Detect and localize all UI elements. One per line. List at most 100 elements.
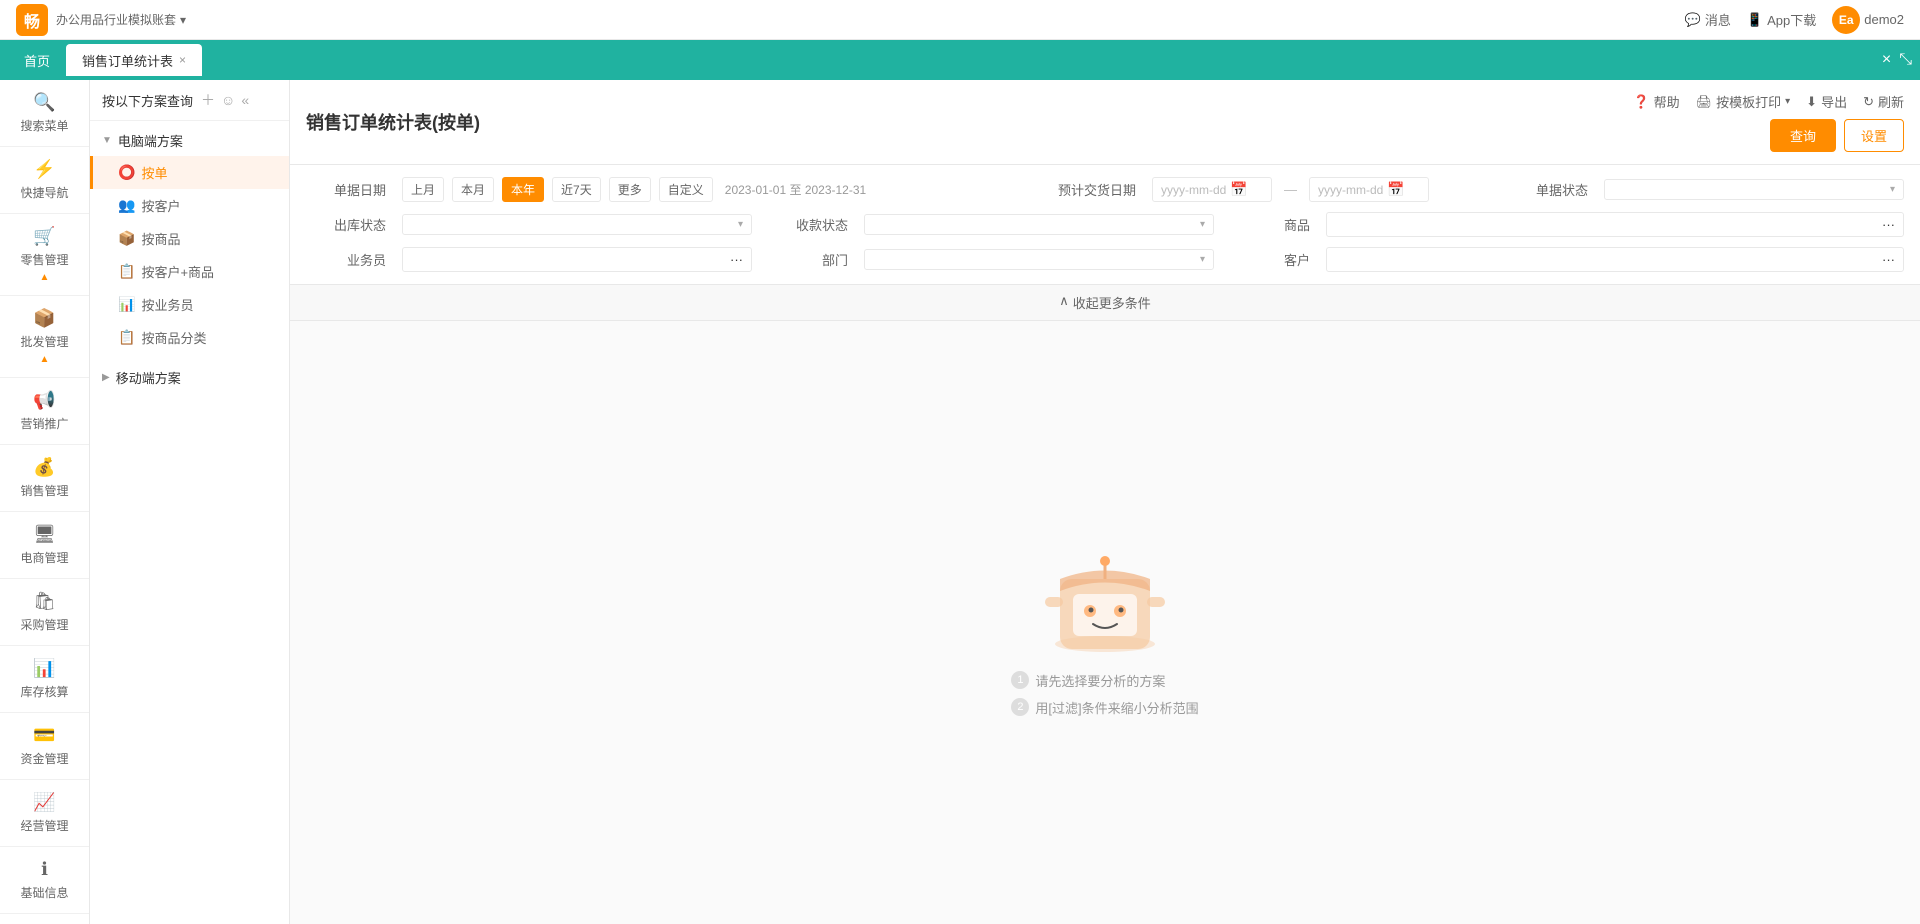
message-icon: 💬	[1685, 12, 1701, 28]
payment-status-arrow-icon: ▾	[1200, 219, 1205, 230]
scheme-group-desktop-title[interactable]: ▼ 电脑端方案	[90, 125, 289, 156]
export-icon: ⬇	[1806, 94, 1817, 110]
doc-status-arrow-icon: ▾	[1890, 184, 1895, 195]
ship-status-label: 出库状态	[306, 215, 386, 234]
date-7days-btn[interactable]: 近7天	[552, 177, 601, 202]
customer-more-icon[interactable]: ···	[1882, 252, 1895, 267]
collapse-icon: ∧	[1059, 293, 1069, 312]
sidebar-item-wholesale[interactable]: 📦 批发管理 ▲	[0, 296, 89, 378]
header-right: ❓ 帮助 🖨 按模板打印 ▾ ⬇ 导出 ↻	[1633, 92, 1904, 152]
calendar-icon-1: 📅	[1230, 181, 1247, 198]
empty-tip-2: 2 用[过滤]条件来缩小分析范围	[1011, 698, 1198, 717]
company-dropdown[interactable]: 办公用品行业模拟账套 ▾	[56, 11, 186, 28]
sidebar-item-ecommerce[interactable]: 🖥 电商管理	[0, 512, 89, 579]
top-bar-left: 畅 办公用品行业模拟账套 ▾	[16, 4, 186, 36]
customer-select[interactable]: ···	[1326, 247, 1904, 272]
salesperson-select[interactable]: ···	[402, 247, 752, 272]
by-customer-product-icon: 📋	[118, 263, 135, 280]
expand-arrow-mobile-icon: ▶	[102, 372, 110, 383]
wholesale-arrow: ▲	[40, 354, 50, 365]
sidebar-item-marketing[interactable]: 📢 营销推广	[0, 378, 89, 445]
purchase-icon: 🛍	[33, 591, 56, 612]
tab-home[interactable]: 首页	[8, 44, 66, 76]
tab-sales-order-label: 销售订单统计表	[82, 51, 173, 70]
scheme-item-by-category[interactable]: 📋 按商品分类	[90, 321, 289, 354]
sidebar-wholesale-label: 批发管理	[20, 333, 68, 350]
app-download-item[interactable]: 📱 App下载	[1747, 10, 1816, 29]
sidebar-item-sales[interactable]: 💰 销售管理	[0, 445, 89, 512]
tab-sales-order[interactable]: 销售订单统计表 ×	[66, 44, 202, 76]
collapse-row[interactable]: ∧ 收起更多条件	[290, 285, 1920, 321]
company-name: 办公用品行业模拟账套	[56, 11, 176, 28]
scheme-item-by-salesperson-label: 按业务员	[141, 295, 193, 314]
sidebar: 🔍 搜索菜单 ⚡ 快捷导航 🛒 零售管理 ▲ 📦 批发管理 ▲ 📢 营销推广 💰…	[0, 80, 90, 924]
date-last-month-btn[interactable]: 上月	[402, 177, 444, 202]
department-label: 部门	[768, 250, 848, 269]
scheme-panel-header: 按以下方案查询 ＋ ☺ «	[90, 80, 289, 121]
date-placeholder-2: yyyy-mm-dd	[1318, 183, 1383, 197]
scheme-group-mobile-title[interactable]: ▶ 移动端方案	[90, 362, 289, 393]
expected-date-from[interactable]: yyyy-mm-dd 📅	[1152, 177, 1272, 202]
help-button[interactable]: ❓ 帮助	[1633, 92, 1679, 111]
scheme-item-by-product-label: 按商品	[141, 229, 180, 248]
scheme-item-by-customer-product[interactable]: 📋 按客户+商品	[90, 255, 289, 288]
scheme-item-by-order[interactable]: ⭕ 按单	[90, 156, 289, 189]
scheme-item-by-salesperson[interactable]: 📊 按业务员	[90, 288, 289, 321]
expected-date-to[interactable]: yyyy-mm-dd 📅	[1309, 177, 1429, 202]
sidebar-item-system[interactable]: ⚙ 系统管理	[0, 914, 89, 924]
ship-status-select[interactable]: ▾	[402, 214, 752, 235]
tab-home-label: 首页	[24, 51, 50, 70]
avatar: Ea	[1832, 6, 1860, 34]
query-button[interactable]: 查询	[1770, 119, 1836, 152]
scheme-item-by-category-label: 按商品分类	[141, 328, 206, 347]
retail-arrow: ▲	[40, 272, 50, 283]
doc-status-select[interactable]: ▾	[1604, 179, 1904, 200]
payment-status-select[interactable]: ▾	[864, 214, 1214, 235]
product-more-icon[interactable]: ···	[1882, 217, 1895, 232]
scheme-panel-title: 按以下方案查询	[102, 91, 193, 110]
window-close-icon[interactable]: ×	[1882, 51, 1891, 69]
window-expand-icon[interactable]: ⤡	[1899, 51, 1912, 69]
scheme-item-by-product[interactable]: 📦 按商品	[90, 222, 289, 255]
message-item[interactable]: 💬 消息	[1685, 10, 1731, 29]
sidebar-item-purchase[interactable]: 🛍 采购管理	[0, 579, 89, 646]
sidebar-item-operations[interactable]: 📈 经营管理	[0, 780, 89, 847]
date-this-month-btn[interactable]: 本月	[452, 177, 494, 202]
refresh-button[interactable]: ↻ 刷新	[1863, 92, 1904, 111]
export-button[interactable]: ⬇ 导出	[1806, 92, 1847, 111]
department-select[interactable]: ▾	[864, 249, 1214, 270]
product-select[interactable]: ···	[1326, 212, 1904, 237]
main-layout: 🔍 搜索菜单 ⚡ 快捷导航 🛒 零售管理 ▲ 📦 批发管理 ▲ 📢 营销推广 💰…	[0, 80, 1920, 924]
empty-svg	[1035, 529, 1175, 659]
print-button[interactable]: 🖨 按模板打印 ▾	[1696, 92, 1791, 111]
date-this-year-btn[interactable]: 本年	[502, 177, 544, 202]
scheme-collapse-icon[interactable]: «	[241, 92, 249, 108]
export-label: 导出	[1821, 92, 1847, 111]
salesperson-more-icon[interactable]: ···	[730, 252, 743, 267]
sidebar-marketing-label: 营销推广	[20, 415, 68, 432]
sidebar-item-retail[interactable]: 🛒 零售管理 ▲	[0, 214, 89, 296]
sidebar-item-finance[interactable]: 💳 资金管理	[0, 713, 89, 780]
sidebar-item-inventory[interactable]: 📊 库存核算	[0, 646, 89, 713]
customer-label: 客户	[1230, 250, 1310, 269]
empty-tip-1: 1 请先选择要分析的方案	[1011, 671, 1198, 690]
empty-illustration	[1035, 529, 1175, 659]
help-label: 帮助	[1654, 92, 1680, 111]
date-more-btn[interactable]: 更多	[609, 177, 651, 202]
tab-close-icon[interactable]: ×	[179, 53, 186, 67]
sidebar-item-shortcut[interactable]: ⚡ 快捷导航	[0, 147, 89, 214]
sidebar-item-basic[interactable]: ℹ 基础信息	[0, 847, 89, 914]
operations-icon: 📈	[33, 792, 55, 813]
scheme-edit-icon[interactable]: ☺	[221, 92, 235, 108]
tip-text-1: 请先选择要分析的方案	[1035, 671, 1165, 690]
settings-button[interactable]: 设置	[1844, 119, 1904, 152]
scheme-item-by-customer[interactable]: 👥 按客户	[90, 189, 289, 222]
expected-date-label: 预计交货日期	[1056, 180, 1136, 199]
finance-icon: 💳	[33, 725, 55, 746]
user-item[interactable]: Ea demo2	[1832, 6, 1904, 34]
empty-tips: 1 请先选择要分析的方案 2 用[过滤]条件来缩小分析范围	[1011, 671, 1198, 717]
scheme-add-icon[interactable]: ＋	[201, 90, 215, 110]
sidebar-basic-label: 基础信息	[20, 884, 68, 901]
sidebar-item-search[interactable]: 🔍 搜索菜单	[0, 80, 89, 147]
date-custom-btn[interactable]: 自定义	[659, 177, 713, 202]
